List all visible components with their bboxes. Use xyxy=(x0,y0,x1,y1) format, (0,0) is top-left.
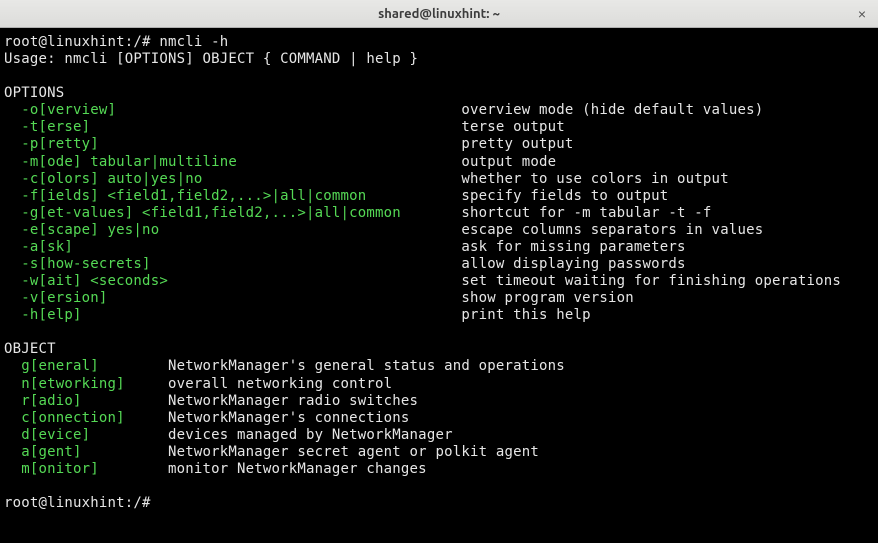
object-row: g[eneral] NetworkManager's general statu… xyxy=(4,358,874,375)
object-name: g[eneral] xyxy=(4,358,168,374)
option-desc: terse output xyxy=(461,119,565,135)
option-row: -e[scape] yes|no escape columns separato… xyxy=(4,222,874,239)
object-desc: overall networking control xyxy=(168,376,392,392)
objects-header: OBJECT xyxy=(4,341,874,358)
object-desc: devices managed by NetworkManager xyxy=(168,427,453,443)
option-desc: pretty output xyxy=(461,136,573,152)
window-title: shared@linuxhint: ~ xyxy=(378,7,500,21)
option-row: -w[ait] <seconds> set timeout waiting fo… xyxy=(4,273,874,290)
option-row: -v[ersion] show program version xyxy=(4,290,874,307)
option-flag: -a[sk] xyxy=(4,239,461,255)
option-row: -s[how-secrets] allow displaying passwor… xyxy=(4,256,874,273)
option-flag: -p[retty] xyxy=(4,136,461,152)
option-flag: -f[ields] <field1,field2,...>|all|common xyxy=(4,188,461,204)
close-icon[interactable]: × xyxy=(854,6,870,22)
option-flag: -e[scape] yes|no xyxy=(4,222,461,238)
object-desc: NetworkManager radio switches xyxy=(168,393,418,409)
option-desc: output mode xyxy=(461,154,556,170)
options-list: -o[verview] overview mode (hide default … xyxy=(4,102,874,324)
option-row: -c[olors] auto|yes|no whether to use col… xyxy=(4,171,874,188)
blank-line xyxy=(4,68,874,85)
object-desc: NetworkManager's general status and oper… xyxy=(168,358,565,374)
object-name: n[etworking] xyxy=(4,376,168,392)
option-row: -t[erse] terse output xyxy=(4,119,874,136)
object-row: m[onitor] monitor NetworkManager changes xyxy=(4,461,874,478)
usage-line: Usage: nmcli [OPTIONS] OBJECT { COMMAND … xyxy=(4,51,874,68)
blank-line xyxy=(4,478,874,495)
option-row: -p[retty] pretty output xyxy=(4,136,874,153)
options-header: OPTIONS xyxy=(4,85,874,102)
object-desc: NetworkManager's connections xyxy=(168,410,410,426)
option-desc: allow displaying passwords xyxy=(461,256,685,272)
shell-command: nmcli -h xyxy=(159,34,228,50)
shell-prompt: root@linuxhint:/# xyxy=(4,495,151,511)
object-desc: monitor NetworkManager changes xyxy=(168,461,427,477)
shell-prompt: root@linuxhint:/# xyxy=(4,34,159,50)
option-flag: -h[elp] xyxy=(4,307,461,323)
option-desc: escape columns separators in values xyxy=(461,222,763,238)
option-flag: -m[ode] tabular|multiline xyxy=(4,154,461,170)
option-desc: overview mode (hide default values) xyxy=(461,102,763,118)
option-row: -a[sk] ask for missing parameters xyxy=(4,239,874,256)
option-flag: -g[et-values] <field1,field2,...>|all|co… xyxy=(4,205,461,221)
option-flag: -o[verview] xyxy=(4,102,461,118)
option-desc: specify fields to output xyxy=(461,188,668,204)
terminal-viewport[interactable]: root@linuxhint:/# nmcli -h Usage: nmcli … xyxy=(0,28,878,543)
option-row: -o[verview] overview mode (hide default … xyxy=(4,102,874,119)
object-row: a[gent] NetworkManager secret agent or p… xyxy=(4,444,874,461)
object-name: a[gent] xyxy=(4,444,168,460)
option-row: -h[elp] print this help xyxy=(4,307,874,324)
option-flag: -c[olors] auto|yes|no xyxy=(4,171,461,187)
object-row: r[adio] NetworkManager radio switches xyxy=(4,393,874,410)
prompt-line: root@linuxhint:/# nmcli -h xyxy=(4,34,874,51)
object-name: m[onitor] xyxy=(4,461,168,477)
object-row: n[etworking] overall networking control xyxy=(4,376,874,393)
option-row: -g[et-values] <field1,field2,...>|all|co… xyxy=(4,205,874,222)
objects-list: g[eneral] NetworkManager's general statu… xyxy=(4,358,874,478)
object-row: c[onnection] NetworkManager's connection… xyxy=(4,410,874,427)
option-desc: set timeout waiting for finishing operat… xyxy=(461,273,841,289)
blank-line xyxy=(4,324,874,341)
object-name: r[adio] xyxy=(4,393,168,409)
option-desc: print this help xyxy=(461,307,590,323)
option-flag: -t[erse] xyxy=(4,119,461,135)
object-desc: NetworkManager secret agent or polkit ag… xyxy=(168,444,539,460)
object-name: c[onnection] xyxy=(4,410,168,426)
window-titlebar: shared@linuxhint: ~ × xyxy=(0,0,878,28)
option-flag: -w[ait] <seconds> xyxy=(4,273,461,289)
option-flag: -v[ersion] xyxy=(4,290,461,306)
option-desc: show program version xyxy=(461,290,634,306)
option-row: -f[ields] <field1,field2,...>|all|common… xyxy=(4,188,874,205)
option-desc: ask for missing parameters xyxy=(461,239,685,255)
object-name: d[evice] xyxy=(4,427,168,443)
option-row: -m[ode] tabular|multiline output mode xyxy=(4,154,874,171)
prompt-line: root@linuxhint:/# xyxy=(4,495,874,512)
object-row: d[evice] devices managed by NetworkManag… xyxy=(4,427,874,444)
option-desc: shortcut for -m tabular -t -f xyxy=(461,205,711,221)
option-desc: whether to use colors in output xyxy=(461,171,729,187)
option-flag: -s[how-secrets] xyxy=(4,256,461,272)
